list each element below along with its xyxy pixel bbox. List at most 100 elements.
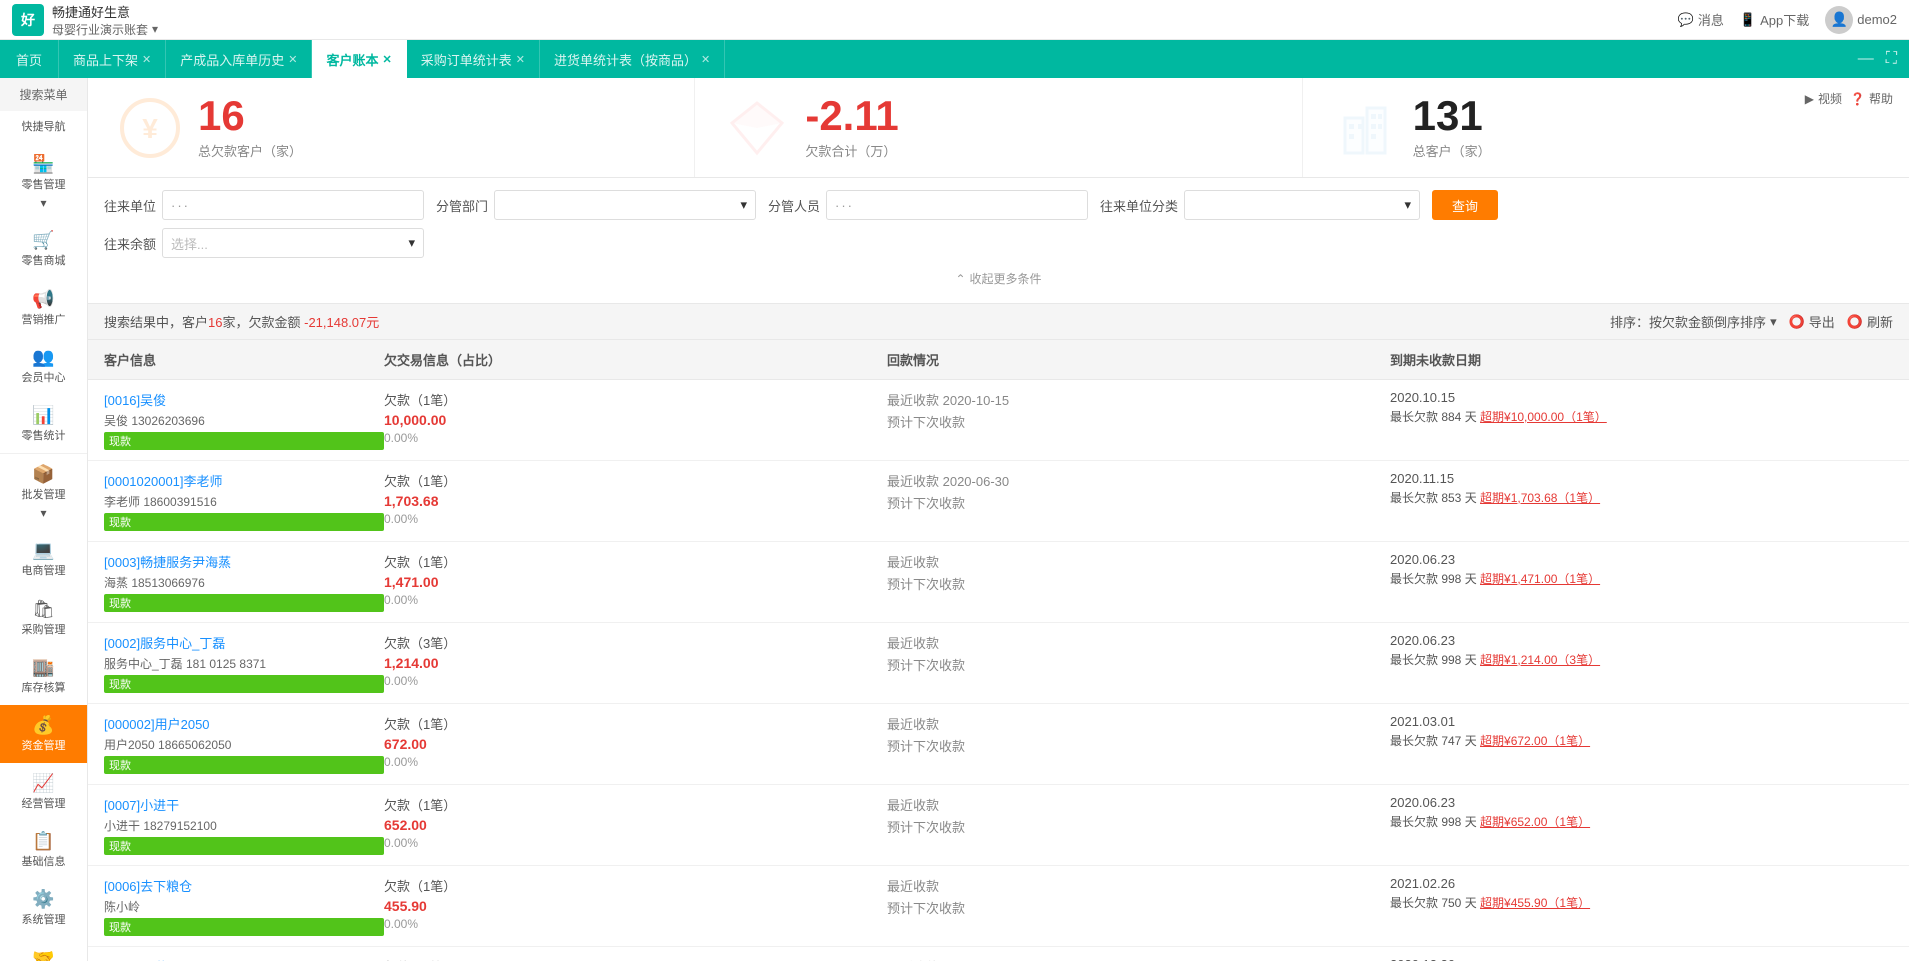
debt-ratio-6: 0.00% (384, 917, 887, 931)
sidebar-item-member[interactable]: 👥 会员中心 (0, 337, 87, 395)
due-link-2[interactable]: 超期¥1,471.00（1笔） (1480, 572, 1600, 586)
debt-label-4: 欠款（1笔） (384, 714, 887, 733)
app-download-btn[interactable]: 📱 App下载 (1740, 10, 1809, 29)
sidebar: 搜索菜单 快捷导航 🏪 零售管理 ▾ 🛒 零售商城 📢 营销推广 👥 会员中心 (0, 78, 88, 961)
message-btn[interactable]: 💬 消息 (1678, 10, 1724, 29)
person-input[interactable]: ··· (826, 190, 1088, 220)
close-tab-1[interactable]: ✕ (142, 53, 151, 66)
sidebar-item-retail-mgmt[interactable]: 🏪 零售管理 ▾ (0, 144, 87, 220)
category-select[interactable]: ▾ (1184, 190, 1420, 220)
payback-last-5: 最近收款 (887, 795, 1390, 814)
nav-minimize-btn[interactable]: — (1854, 46, 1878, 72)
debt-info-7: 欠款（1笔） 429.00 0.00% (384, 957, 887, 961)
stat-num-debt-customers: 16 (198, 95, 302, 137)
customer-info-1: [0001020001]李老师 李老师 18600391516 现款 (104, 471, 384, 531)
payback-info-4: 最近收款 预计下次收款 (887, 714, 1390, 755)
tab-purchase-stats[interactable]: 采购订单统计表 ✕ (407, 40, 540, 78)
customer-name-3[interactable]: [0002]服务中心_丁磊 (104, 633, 384, 652)
col-payback: 回款情况 (887, 350, 1390, 369)
table-row: [0002]服务中心_丁磊 服务中心_丁磊 181 0125 8371 现款 欠… (88, 623, 1909, 704)
customer-name-0[interactable]: [0016]吴俊 (104, 390, 384, 409)
debt-amount-0[interactable]: 10,000.00 (384, 412, 887, 428)
stat-card-debt-amount: -2.11 欠款合计（万） (695, 78, 1302, 177)
stat-info-3: 131 总客户（家） (1413, 95, 1491, 160)
customer-name-5[interactable]: [0007]小进干 (104, 795, 384, 814)
due-link-6[interactable]: 超期¥455.90（1笔） (1480, 896, 1590, 910)
main-layout: 搜索菜单 快捷导航 🏪 零售管理 ▾ 🛒 零售商城 📢 营销推广 👥 会员中心 (0, 78, 1909, 961)
customer-name-4[interactable]: [000002]用户2050 (104, 714, 384, 733)
debt-amount-2[interactable]: 1,471.00 (384, 574, 887, 590)
sidebar-item-retail-stats[interactable]: 📊 零售统计 (0, 395, 87, 453)
payback-last-6: 最近收款 (887, 876, 1390, 895)
logo-area: 好 畅捷通好生意 母婴行业演示账套 ▾ (12, 2, 158, 38)
due-link-5[interactable]: 超期¥652.00（1笔） (1480, 815, 1590, 829)
customer-info-0: [0016]吴俊 吴俊 13026203696 现款 (104, 390, 384, 450)
tab-customer-account[interactable]: 客户账本 ✕ (312, 40, 406, 78)
tab-produce-history[interactable]: 产成品入库单历史 ✕ (166, 40, 312, 78)
due-link-0[interactable]: 超期¥10,000.00（1笔） (1480, 410, 1607, 424)
sidebar-item-wholesale[interactable]: 📦 批发管理 ▾ (0, 454, 87, 530)
sidebar-item-ecommerce[interactable]: 💻 电商管理 (0, 530, 87, 588)
close-tab-2[interactable]: ✕ (288, 53, 297, 66)
due-link-3[interactable]: 超期¥1,214.00（3笔） (1480, 653, 1600, 667)
debt-amount-4[interactable]: 672.00 (384, 736, 887, 752)
search-menu[interactable]: 搜索菜单 (0, 78, 87, 111)
stat-num-total: 131 (1413, 95, 1491, 137)
sidebar-item-retail-mall[interactable]: 🛒 零售商城 (0, 220, 87, 278)
stat-card-total-customers: ▶ 视频 ❓ 帮助 (1303, 78, 1909, 177)
sidebar-quick-nav[interactable]: 快捷导航 (0, 111, 87, 144)
due-link-4[interactable]: 超期¥672.00（1笔） (1480, 734, 1590, 748)
close-tab-4[interactable]: ✕ (516, 53, 525, 66)
video-help-btn[interactable]: ▶ 视频 (1805, 90, 1842, 107)
debt-amount-6[interactable]: 455.90 (384, 898, 887, 914)
sidebar-item-operation[interactable]: 📈 经营管理 (0, 763, 87, 821)
customer-name-2[interactable]: [0003]畅捷服务尹海蒸 (104, 552, 384, 571)
debt-amount-5[interactable]: 652.00 (384, 817, 887, 833)
tab-home[interactable]: 首页 (0, 40, 59, 78)
collapse-bar[interactable]: ⌃ 收起更多条件 (104, 266, 1893, 291)
due-date-0: 2020.10.15 (1390, 390, 1893, 405)
table-row: [0001020001]李老师 李老师 18600391516 现款 欠款（1笔… (88, 461, 1909, 542)
sidebar-item-inventory[interactable]: 🏬 库存核算 (0, 647, 87, 705)
debt-label-7: 欠款（1笔） (384, 957, 887, 961)
sort-selector[interactable]: 排序：按欠款金额倒序排序 ▾ (1610, 312, 1777, 331)
sidebar-item-enterprise[interactable]: 🤝 企业协同 (0, 938, 87, 961)
tab-purchase-product-stats[interactable]: 进货单统计表（按商品） ✕ (540, 40, 725, 78)
help-btn[interactable]: ❓ 帮助 (1850, 90, 1893, 107)
customer-name-1[interactable]: [0001020001]李老师 (104, 471, 384, 490)
customer-name-6[interactable]: [0006]去下粮仓 (104, 876, 384, 895)
payback-last-1: 最近收款 2020-06-30 (887, 471, 1390, 490)
table-row: [0003]畅捷服务尹海蒸 海蒸 18513066976 现款 欠款（1笔） 1… (88, 542, 1909, 623)
debt-ratio-4: 0.00% (384, 755, 887, 769)
debt-amount-1[interactable]: 1,703.68 (384, 493, 887, 509)
sidebar-item-basic-info[interactable]: 📋 基础信息 (0, 821, 87, 879)
payback-next-0: 预计下次收款 (887, 412, 1390, 431)
dept-select[interactable]: ▾ (494, 190, 756, 220)
close-tab-3[interactable]: ✕ (383, 53, 392, 66)
col-debt: 欠交易信息（占比） (384, 350, 887, 369)
industry-select[interactable]: 母婴行业演示账套 ▾ (52, 21, 158, 38)
sidebar-item-marketing[interactable]: 📢 营销推广 (0, 279, 87, 337)
search-button[interactable]: 查询 (1432, 190, 1498, 220)
payback-next-2: 预计下次收款 (887, 574, 1390, 593)
due-link-1[interactable]: 超期¥1,703.68（1笔） (1480, 491, 1600, 505)
close-tab-5[interactable]: ✕ (701, 53, 710, 66)
export-button[interactable]: ⭕ 导出 (1789, 312, 1835, 331)
customer-unit-input[interactable]: ··· (162, 190, 424, 220)
due-date-4: 2021.03.01 (1390, 714, 1893, 729)
customer-name-7[interactable]: [000001]黄思源 (104, 957, 384, 961)
nav-maximize-btn[interactable]: ⛶ (1882, 46, 1901, 72)
sidebar-item-purchase[interactable]: 🛍 采购管理 (0, 589, 87, 647)
table-rows: [0016]吴俊 吴俊 13026203696 现款 欠款（1笔） 10,000… (88, 380, 1909, 961)
filter-dept: 分管部门 ▾ (436, 190, 756, 220)
debt-amount-3[interactable]: 1,214.00 (384, 655, 887, 671)
sidebar-item-finance[interactable]: 💰 资金管理 (0, 705, 87, 763)
stat-label-debt-amount: 欠款合计（万） (805, 141, 898, 160)
sidebar-item-system[interactable]: ⚙️ 系统管理 (0, 879, 87, 937)
due-info-4: 2021.03.01 最长欠款 747 天 超期¥672.00（1笔） (1390, 714, 1893, 749)
balance-select[interactable]: 选择... ▾ (162, 228, 424, 258)
customer-contact-5: 小进干 18279152100 (104, 817, 384, 834)
tab-product-shelves[interactable]: 商品上下架 ✕ (59, 40, 166, 78)
user-avatar[interactable]: 👤 demo2 (1825, 6, 1897, 34)
refresh-button[interactable]: ⭕ 刷新 (1847, 312, 1893, 331)
